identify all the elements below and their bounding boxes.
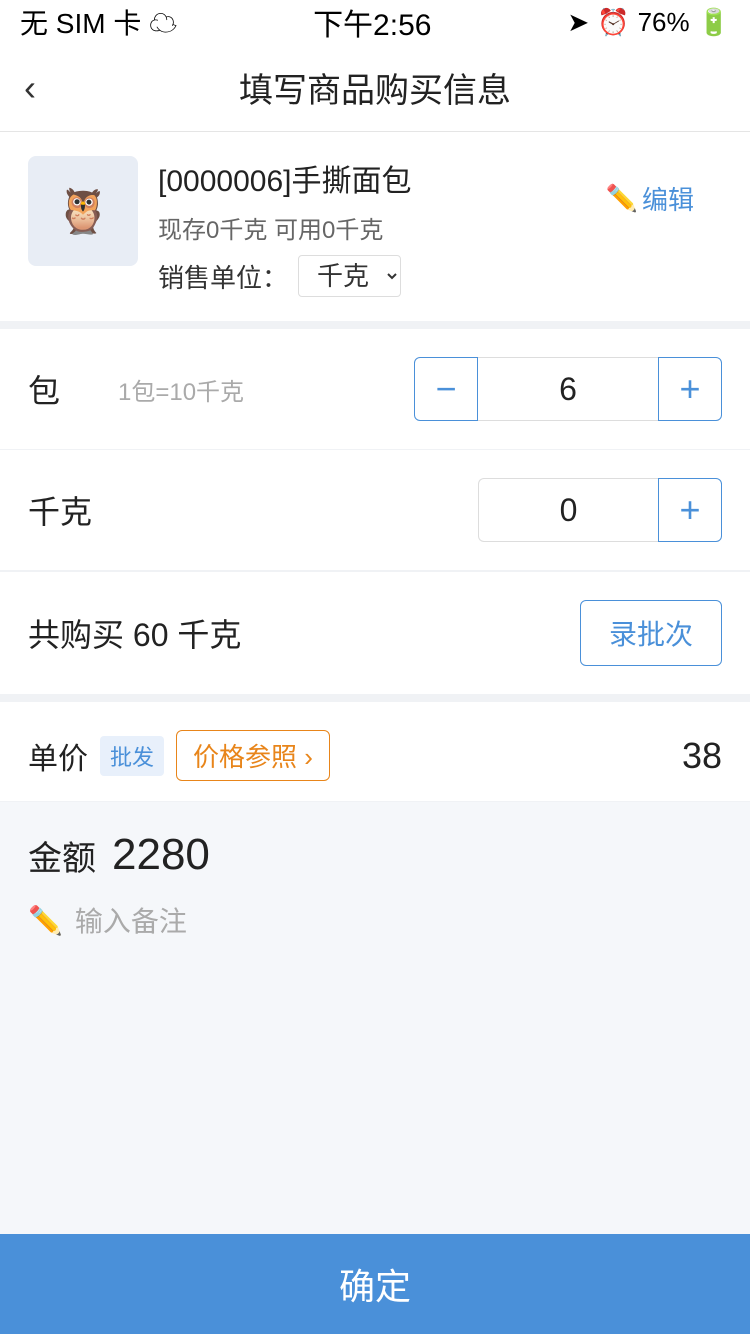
status-right: ➤ ⏰ 76% 🔋 [567, 7, 730, 38]
product-thumb-icon: 🦉 [56, 185, 111, 237]
amount-value: 2280 [112, 830, 210, 880]
battery-label: 76% [638, 7, 690, 38]
qty-input-bag[interactable] [478, 357, 658, 421]
alarm-icon: ⏰ [597, 7, 629, 38]
price-ref-button[interactable]: 价格参照 › [176, 730, 330, 781]
confirm-button[interactable]: 确定 [0, 1234, 750, 1334]
quantity-row-kg: 千克 + [0, 450, 750, 571]
quantity-controls-kg: + [478, 478, 722, 542]
unit-label: 销售单位： [158, 258, 288, 295]
price-value: 38 [682, 735, 722, 777]
edit-button[interactable]: ✏️ 编辑 [606, 180, 694, 217]
product-info-container: [0000006]手撕面包 现存0千克 可用0千克 销售单位： 千克 ✏️ 编辑 [158, 156, 722, 297]
price-label: 单价 [28, 734, 88, 778]
qty-input-kg[interactable] [478, 478, 658, 542]
back-button[interactable]: ‹ [24, 67, 36, 109]
product-thumbnail: 🦉 [28, 156, 138, 266]
amount-label: 金额 [28, 831, 96, 880]
amount-row: 金额 2280 [28, 830, 722, 880]
total-label: 共购买 60 千克 [28, 610, 241, 656]
qty-plus-kg[interactable]: + [658, 478, 722, 542]
quantity-controls-bag: − + [414, 357, 722, 421]
location-icon: ➤ [567, 7, 589, 38]
qty-plus-bag[interactable]: + [658, 357, 722, 421]
remark-icon: ✏️ [28, 904, 63, 937]
amount-section: 金额 2280 ✏️ 输入备注 [0, 802, 750, 1234]
price-left: 单价 批发 价格参照 › [28, 730, 330, 781]
product-unit-row: 销售单位： 千克 [158, 255, 722, 297]
edit-label: 编辑 [642, 180, 694, 217]
battery-icon: 🔋 [698, 7, 730, 38]
quantity-section: 包 1包=10千克 − + 千克 + [0, 329, 750, 572]
edit-icon: ✏️ [606, 183, 638, 214]
quantity-label-bag: 包 [28, 366, 108, 412]
price-section: 单价 批发 价格参照 › 38 [0, 702, 750, 802]
qty-minus-bag[interactable]: − [414, 357, 478, 421]
nav-bar: ‹ 填写商品购买信息 [0, 44, 750, 132]
status-bar: 无 SIM 卡 ☁ 下午2:56 ➤ ⏰ 76% 🔋 [0, 0, 750, 44]
status-time: 下午2:56 [313, 0, 431, 44]
record-batch-button[interactable]: 录批次 [580, 600, 722, 666]
remark-placeholder: 输入备注 [75, 900, 187, 940]
status-left: 无 SIM 卡 ☁ [20, 2, 177, 42]
quantity-sublabel-bag: 1包=10千克 [118, 372, 414, 407]
product-card: 🦉 [0000006]手撕面包 现存0千克 可用0千克 销售单位： 千克 ✏️ … [0, 132, 750, 329]
remark-row[interactable]: ✏️ 输入备注 [28, 900, 722, 940]
sim-label: 无 SIM 卡 ☁ [20, 2, 177, 42]
page-title: 填写商品购买信息 [239, 63, 511, 112]
batch-tag: 批发 [100, 736, 164, 776]
total-row: 共购买 60 千克 录批次 [0, 572, 750, 702]
quantity-row-bag: 包 1包=10千克 − + [0, 329, 750, 450]
quantity-label-kg: 千克 [28, 487, 108, 533]
unit-select[interactable]: 千克 [298, 255, 401, 297]
